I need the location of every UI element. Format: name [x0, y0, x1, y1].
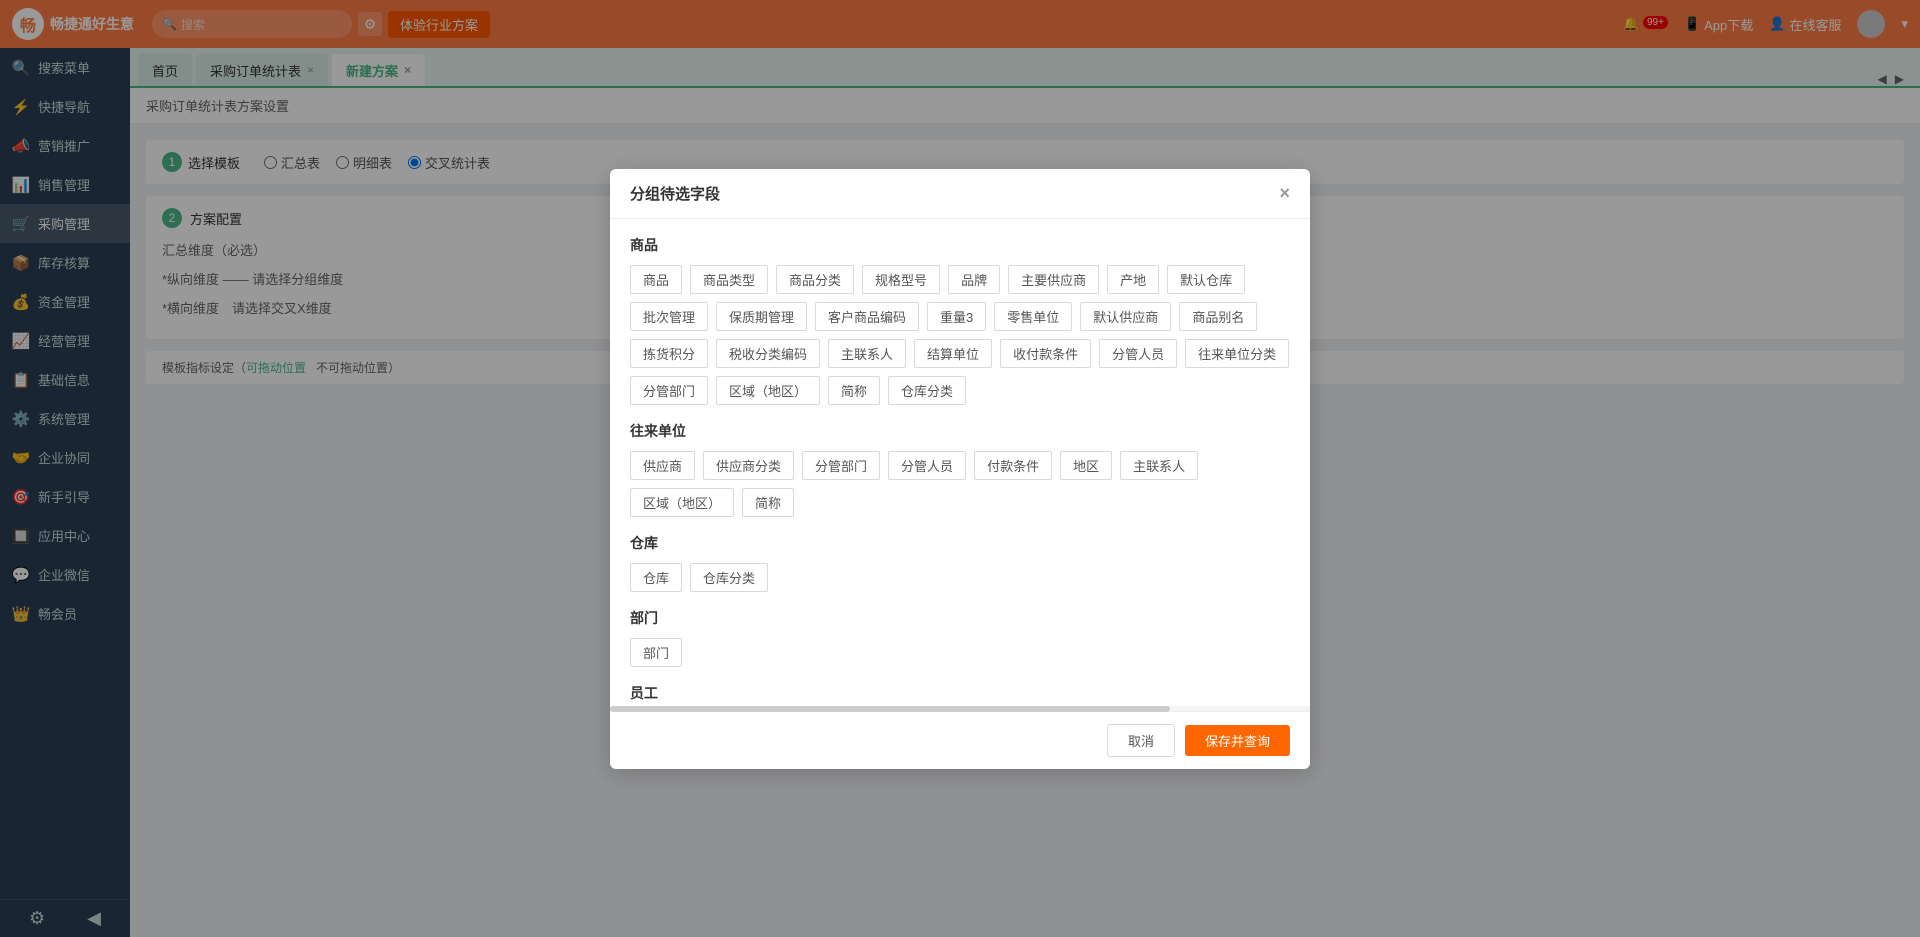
tag-product-11[interactable]: 重量3	[927, 302, 986, 331]
tag-product-19[interactable]: 收付款条件	[1000, 339, 1091, 368]
tag-product-2[interactable]: 商品分类	[776, 265, 854, 294]
section-product: 商品 商品 商品类型 商品分类 规格型号 品牌 主要供应商 产地 默认仓库 批次…	[630, 235, 1290, 405]
tag-warehouse-0[interactable]: 仓库	[630, 563, 682, 592]
modal-close-btn[interactable]: ×	[1279, 184, 1290, 202]
tag-product-7[interactable]: 默认仓库	[1167, 265, 1245, 294]
scrollbar-thumb[interactable]	[610, 706, 1170, 712]
tag-product-13[interactable]: 默认供应商	[1080, 302, 1171, 331]
section-department: 部门 部门	[630, 608, 1290, 667]
section-employee: 员工 业务员	[630, 683, 1290, 706]
tag-product-15[interactable]: 拣货积分	[630, 339, 708, 368]
tag-product-6[interactable]: 产地	[1107, 265, 1159, 294]
tag-partner-4[interactable]: 付款条件	[974, 451, 1052, 480]
tag-partner-0[interactable]: 供应商	[630, 451, 695, 480]
tag-product-10[interactable]: 客户商品编码	[815, 302, 919, 331]
tag-product-5[interactable]: 主要供应商	[1008, 265, 1099, 294]
tag-product-9[interactable]: 保质期管理	[716, 302, 807, 331]
tag-product-4[interactable]: 品牌	[948, 265, 1000, 294]
confirm-button[interactable]: 保存并查询	[1185, 725, 1290, 756]
section-partner-tags: 供应商 供应商分类 分管部门 分管人员 付款条件 地区 主联系人 区域（地区） …	[630, 451, 1290, 517]
section-employee-title: 员工	[630, 683, 1290, 703]
tag-partner-8[interactable]: 简称	[742, 488, 794, 517]
tag-product-12[interactable]: 零售单位	[994, 302, 1072, 331]
section-warehouse-tags: 仓库 仓库分类	[630, 563, 1290, 592]
section-partner-title: 往来单位	[630, 421, 1290, 441]
modal-footer: 取消 保存并查询	[610, 711, 1310, 769]
tag-partner-2[interactable]: 分管部门	[802, 451, 880, 480]
tag-product-0[interactable]: 商品	[630, 265, 682, 294]
tag-partner-1[interactable]: 供应商分类	[703, 451, 794, 480]
section-department-title: 部门	[630, 608, 1290, 628]
tag-product-17[interactable]: 主联系人	[828, 339, 906, 368]
section-product-title: 商品	[630, 235, 1290, 255]
section-warehouse: 仓库 仓库 仓库分类	[630, 533, 1290, 592]
modal: 分组待选字段 × 商品 商品 商品类型 商品分类 规格型号 品牌 主要供应商 产…	[610, 169, 1310, 769]
tag-partner-3[interactable]: 分管人员	[888, 451, 966, 480]
tag-product-23[interactable]: 区域（地区）	[716, 376, 820, 405]
section-partner: 往来单位 供应商 供应商分类 分管部门 分管人员 付款条件 地区 主联系人 区域…	[630, 421, 1290, 517]
tag-product-8[interactable]: 批次管理	[630, 302, 708, 331]
tag-warehouse-1[interactable]: 仓库分类	[690, 563, 768, 592]
section-product-tags: 商品 商品类型 商品分类 规格型号 品牌 主要供应商 产地 默认仓库 批次管理 …	[630, 265, 1290, 405]
tag-product-22[interactable]: 分管部门	[630, 376, 708, 405]
tag-product-3[interactable]: 规格型号	[862, 265, 940, 294]
tag-product-21[interactable]: 往来单位分类	[1185, 339, 1289, 368]
tag-partner-7[interactable]: 区域（地区）	[630, 488, 734, 517]
tag-product-16[interactable]: 税收分类编码	[716, 339, 820, 368]
tag-product-20[interactable]: 分管人员	[1099, 339, 1177, 368]
modal-overlay: 分组待选字段 × 商品 商品 商品类型 商品分类 规格型号 品牌 主要供应商 产…	[0, 0, 1920, 937]
tag-product-25[interactable]: 仓库分类	[888, 376, 966, 405]
modal-title: 分组待选字段	[630, 183, 720, 204]
modal-header: 分组待选字段 ×	[610, 169, 1310, 219]
tag-product-24[interactable]: 简称	[828, 376, 880, 405]
tag-department-0[interactable]: 部门	[630, 638, 682, 667]
tag-product-14[interactable]: 商品别名	[1179, 302, 1257, 331]
section-warehouse-title: 仓库	[630, 533, 1290, 553]
cancel-button[interactable]: 取消	[1107, 724, 1175, 757]
section-department-tags: 部门	[630, 638, 1290, 667]
modal-body: 商品 商品 商品类型 商品分类 规格型号 品牌 主要供应商 产地 默认仓库 批次…	[610, 219, 1310, 706]
scrollbar-track	[610, 706, 1310, 711]
tag-partner-6[interactable]: 主联系人	[1120, 451, 1198, 480]
tag-product-1[interactable]: 商品类型	[690, 265, 768, 294]
tag-product-18[interactable]: 结算单位	[914, 339, 992, 368]
tag-partner-5[interactable]: 地区	[1060, 451, 1112, 480]
